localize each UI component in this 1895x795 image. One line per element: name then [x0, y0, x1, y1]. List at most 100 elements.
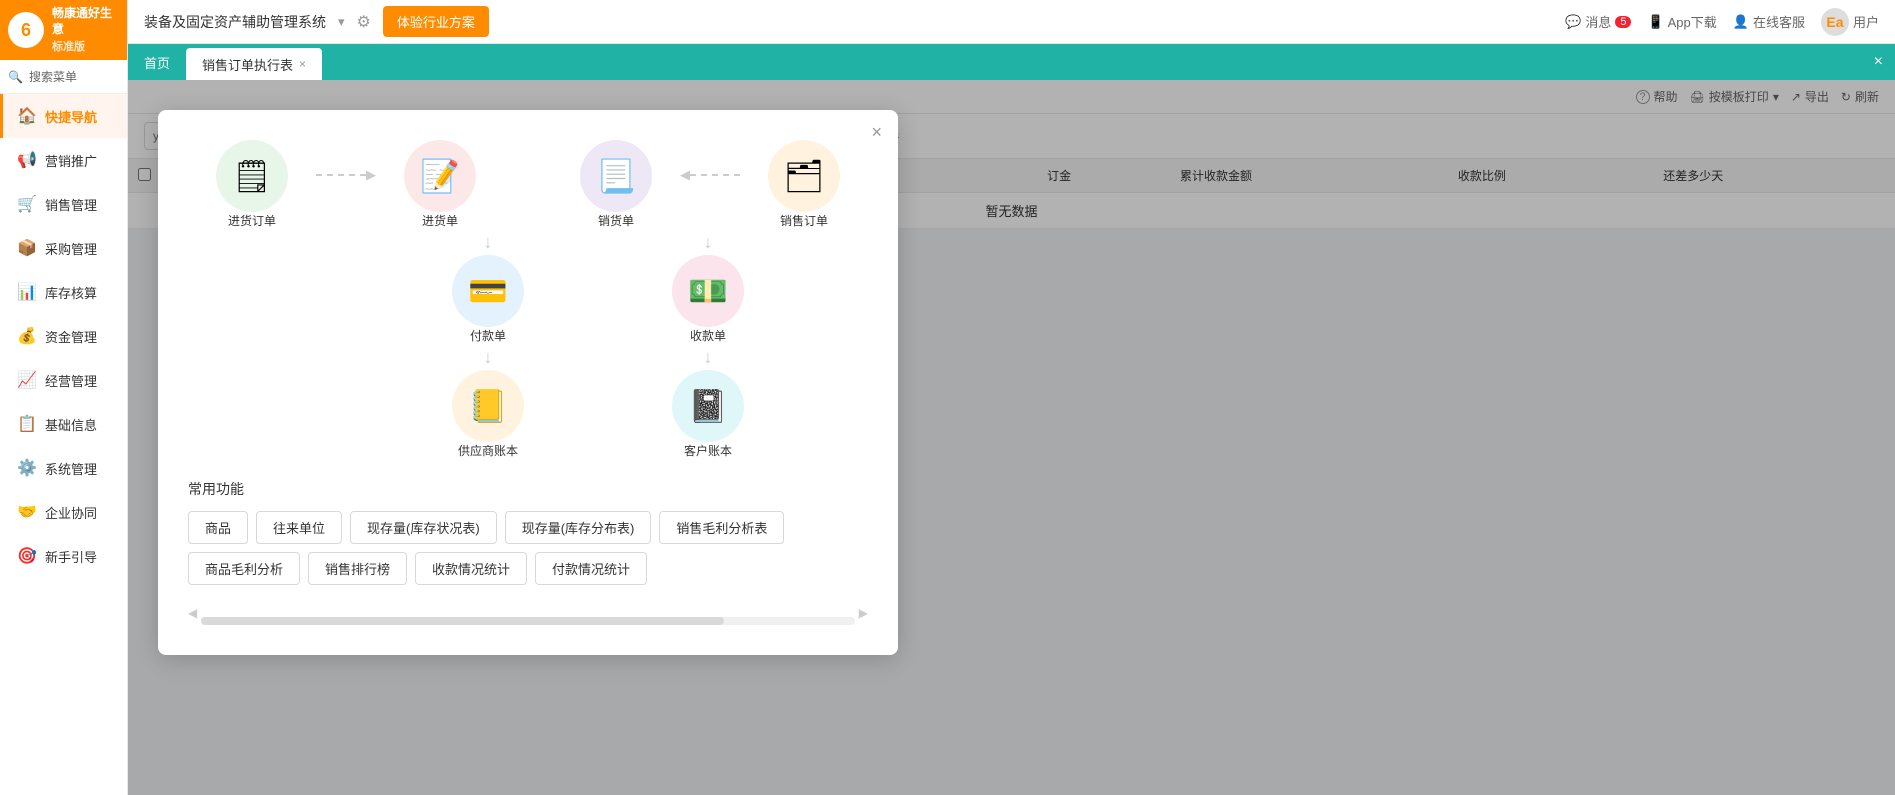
message-label: 消息: [1585, 12, 1611, 31]
online-service-btn[interactable]: 👤 在线客服: [1733, 12, 1805, 31]
inventory-icon: 📊: [17, 282, 37, 302]
logo-name: 畅康通好生意: [52, 6, 119, 37]
topbar: 装备及固定资产辅助管理系统 ▾ ⚙ 体验行业方案 💬 消息 5 📱 App下载 …: [128, 0, 1895, 44]
sidebar-item-sales[interactable]: 🛒 销售管理: [0, 182, 127, 226]
tab-sales-order[interactable]: 销售订单执行表 ×: [186, 48, 322, 80]
user-name: 用户: [1853, 12, 1879, 31]
sidebar-item-basic[interactable]: 📋 基础信息: [0, 402, 127, 446]
supplier-ledger-label: 供应商账本: [458, 442, 518, 459]
sidebar-item-label: 快捷导航: [45, 107, 97, 126]
sidebar-item-operation[interactable]: 📈 经营管理: [0, 358, 127, 402]
sidebar-item-label: 系统管理: [45, 459, 97, 478]
finance-icon: 💰: [17, 326, 37, 346]
experience-btn[interactable]: 体验行业方案: [383, 6, 489, 37]
sidebar-item-label: 企业协同: [45, 503, 97, 522]
common-btn-payment-stats[interactable]: 付款情况统计: [535, 552, 647, 585]
common-title: 常用功能: [188, 479, 868, 499]
receipt-node[interactable]: 💵: [672, 255, 744, 327]
receipt-label: 收款单: [690, 327, 726, 344]
message-badge: 5: [1615, 16, 1631, 28]
popup-scrollbar[interactable]: [201, 617, 855, 625]
basic-icon: 📋: [17, 414, 37, 434]
common-btn-stock-dist[interactable]: 现存量(库存分布表): [505, 511, 652, 544]
sidebar-item-quick[interactable]: 🏠 快捷导航: [0, 94, 127, 138]
sales-order-node[interactable]: 🗂: [768, 140, 840, 212]
purchase-order-label: 进货订单: [228, 212, 276, 229]
search-label: 搜索菜单: [29, 68, 77, 85]
newbie-icon: 🎯: [17, 546, 37, 566]
sales-bill-label: 销货单: [598, 212, 634, 229]
sidebar-item-label: 新手引导: [45, 547, 97, 566]
popup-overlay: × 🗒 进货订单: [128, 80, 1895, 795]
collab-icon: 🤝: [17, 502, 37, 522]
sidebar: 6 畅康通好生意 标准版 🔍 搜索菜单 🏠 快捷导航 📢 营销推广 🛒 销售管理: [0, 0, 128, 795]
common-btn-sales-rank[interactable]: 销售排行榜: [308, 552, 407, 585]
logo-sub: 标准版: [52, 38, 119, 54]
topbar-dropdown-arrow[interactable]: ▾: [338, 14, 345, 30]
supplier-ledger-node[interactable]: 📒: [452, 370, 524, 442]
app-download-label: App下载: [1668, 12, 1717, 31]
purchase-bill-node[interactable]: 📝: [404, 140, 476, 212]
avatar: Ea: [1821, 8, 1849, 36]
tab-bar: 首页 销售订单执行表 × ×: [128, 44, 1895, 80]
sidebar-item-inventory[interactable]: 📊 库存核算: [0, 270, 127, 314]
tab-home[interactable]: 首页: [128, 44, 186, 80]
payment-label: 付款单: [470, 327, 506, 344]
purchase-icon: 📦: [17, 238, 37, 258]
common-btn-stock-status[interactable]: 现存量(库存状况表): [350, 511, 497, 544]
popup-close-btn[interactable]: ×: [871, 122, 882, 143]
purchase-order-node[interactable]: 🗒: [216, 140, 288, 212]
sales-icon: 🛒: [17, 194, 37, 214]
tab-bar-close-icon[interactable]: ×: [1874, 53, 1883, 71]
message-icon: 💬: [1565, 14, 1581, 30]
sidebar-item-label: 资金管理: [45, 327, 97, 346]
purchase-bill-label: 进货单: [422, 212, 458, 229]
app-download-btn[interactable]: 📱 App下载: [1647, 12, 1716, 31]
sidebar-item-collab[interactable]: 🤝 企业协同: [0, 490, 127, 534]
topbar-right: 💬 消息 5 📱 App下载 👤 在线客服 Ea 用户: [1565, 8, 1879, 36]
common-btn-goods[interactable]: 商品: [188, 511, 248, 544]
scroll-left-btn[interactable]: ◀: [188, 606, 197, 620]
operation-icon: 📈: [17, 370, 37, 390]
sidebar-item-system[interactable]: ⚙️ 系统管理: [0, 446, 127, 490]
gear-icon[interactable]: ⚙: [357, 12, 371, 32]
customer-ledger-node[interactable]: 📓: [672, 370, 744, 442]
sidebar-item-label: 销售管理: [45, 195, 97, 214]
scrollbar-thumb: [201, 617, 724, 625]
payment-node[interactable]: 💳: [452, 255, 524, 327]
customer-ledger-label: 客户账本: [684, 442, 732, 459]
online-service-label: 在线客服: [1753, 12, 1805, 31]
system-icon: ⚙️: [17, 458, 37, 478]
sidebar-item-label: 营销推广: [45, 151, 97, 170]
scroll-right-btn[interactable]: ▶: [859, 606, 868, 620]
quick-icon: 🏠: [17, 106, 37, 126]
common-btn-partners[interactable]: 往来单位: [256, 511, 342, 544]
sales-order-label: 销售订单: [780, 212, 828, 229]
sidebar-item-finance[interactable]: 💰 资金管理: [0, 314, 127, 358]
tab-sales-order-label: 销售订单执行表: [202, 55, 293, 74]
marketing-icon: 📢: [17, 150, 37, 170]
sales-bill-node[interactable]: 📃: [580, 140, 652, 212]
common-btn-goods-profit[interactable]: 商品毛利分析: [188, 552, 300, 585]
message-btn[interactable]: 💬 消息 5: [1565, 12, 1631, 31]
search-icon: 🔍: [8, 70, 23, 84]
common-btn-sales-profit[interactable]: 销售毛利分析表: [659, 511, 784, 544]
main-content: 装备及固定资产辅助管理系统 ▾ ⚙ 体验行业方案 💬 消息 5 📱 App下载 …: [128, 0, 1895, 795]
sidebar-nav: 🏠 快捷导航 📢 营销推广 🛒 销售管理 📦 采购管理 📊 库存核算 💰: [0, 94, 127, 795]
tab-home-label: 首页: [144, 53, 170, 72]
sidebar-search[interactable]: 🔍 搜索菜单: [0, 60, 127, 94]
sidebar-item-newbie[interactable]: 🎯 新手引导: [0, 534, 127, 578]
logo-icon: 6: [8, 12, 44, 48]
content-area: ? 帮助 🖨 按模板打印 ▾ ↗ 导出 ↻ 刷新: [128, 80, 1895, 795]
app-icon: 📱: [1647, 14, 1663, 30]
service-icon: 👤: [1733, 14, 1749, 30]
tab-close-icon[interactable]: ×: [299, 57, 306, 71]
sidebar-item-marketing[interactable]: 📢 营销推广: [0, 138, 127, 182]
sidebar-item-label: 经营管理: [45, 371, 97, 390]
popup: × 🗒 进货订单: [158, 110, 898, 655]
sidebar-item-purchase[interactable]: 📦 采购管理: [0, 226, 127, 270]
sidebar-item-label: 采购管理: [45, 239, 97, 258]
common-btn-receipt-stats[interactable]: 收款情况统计: [415, 552, 527, 585]
sidebar-item-label: 库存核算: [45, 283, 97, 302]
user-area[interactable]: Ea 用户: [1821, 8, 1879, 36]
